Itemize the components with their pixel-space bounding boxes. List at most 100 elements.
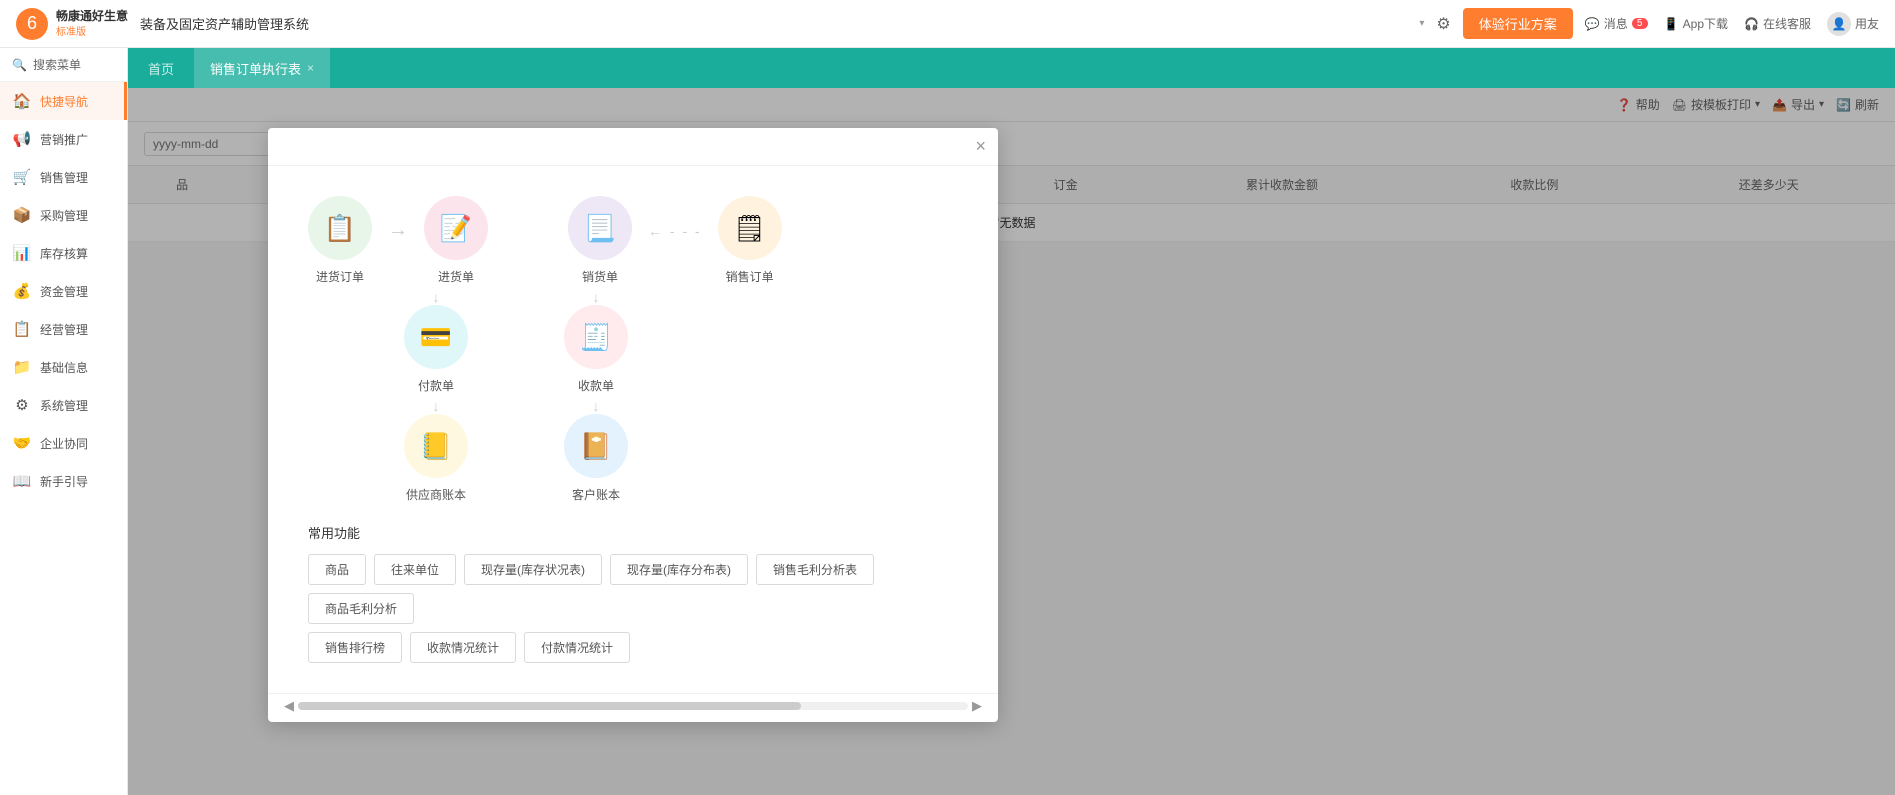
sidebar-search[interactable]: 🔍 搜索菜单	[0, 48, 127, 82]
tab-home[interactable]: 首页	[128, 48, 194, 88]
purchase-order-label: 进货订单	[316, 268, 364, 285]
dropdown-arrow-icon[interactable]: ▾	[1419, 18, 1424, 29]
func-btn-stock-dist[interactable]: 现存量(库存分布表)	[610, 554, 748, 585]
func-btn-stock-status[interactable]: 现存量(库存状况表)	[464, 554, 602, 585]
experience-button[interactable]: 体验行业方案	[1463, 8, 1573, 39]
sidebar-item-enterprise[interactable]: 🤝 企业协同	[0, 424, 127, 462]
scroll-left-icon[interactable]: ◀	[284, 698, 294, 714]
purchase-slip-circle: 📝	[424, 196, 488, 260]
purchase-slip-node[interactable]: 📝 进货单	[424, 196, 488, 285]
marketing-icon: 📢	[12, 130, 32, 148]
flow-top-row: 📋 进货订单 →	[308, 196, 782, 285]
common-functions: 常用功能 商品 往来单位 现存量(库存状况表) 现存量(库存分布表) 销售毛利分…	[308, 523, 958, 663]
tab-bar: 首页 销售订单执行表 ×	[128, 48, 1895, 88]
search-icon: 🔍	[12, 58, 27, 72]
modal-header: ×	[268, 128, 998, 166]
finance-icon: 💰	[12, 282, 32, 300]
sidebar-item-inventory[interactable]: 📊 库存核算	[0, 234, 127, 272]
func-btn-product-margin[interactable]: 商品毛利分析	[308, 593, 414, 624]
sales-slip-node[interactable]: 📃 销货单	[568, 196, 632, 285]
sidebar-item-purchase[interactable]: 📦 采购管理	[0, 196, 127, 234]
sidebar-item-marketing[interactable]: 📢 营销推广	[0, 120, 127, 158]
down-arrow-3: ↓	[593, 398, 600, 414]
func-btn-payment-stats[interactable]: 付款情况统计	[524, 632, 630, 663]
online-service-button[interactable]: 🎧 在线客服	[1744, 15, 1811, 32]
message-icon: 💬	[1585, 17, 1600, 31]
system-icon: ⚙	[12, 396, 32, 414]
purchase-slip-label: 进货单	[438, 268, 474, 285]
supplier-ledger-node[interactable]: 📒 供应商账本	[404, 414, 468, 503]
basic-info-icon: 📁	[12, 358, 32, 376]
main-layout: 🔍 搜索菜单 🏠 快捷导航 📢 营销推广 🛒 销售管理 📦 采购管理 📊	[0, 48, 1895, 795]
top-bar: 6 畅康通好生意 标准版 装备及固定资产辅助管理系统 ▾ ⚙ 体验行业方案 💬 …	[0, 0, 1895, 48]
logo-text: 畅康通好生意 标准版	[56, 9, 128, 38]
download-icon: 📱	[1664, 17, 1679, 31]
receipt-slip-label: 收款单	[578, 377, 614, 394]
func-btn-product[interactable]: 商品	[308, 554, 366, 585]
flow-diagram: 📋 进货订单 →	[308, 196, 958, 503]
sidebar-item-sales[interactable]: 🛒 销售管理	[0, 158, 127, 196]
payment-slip-node[interactable]: 💳 付款单	[404, 305, 468, 394]
sidebar-item-finance[interactable]: 💰 资金管理	[0, 272, 127, 310]
message-badge: 5	[1632, 18, 1648, 29]
user-avatar: 👤	[1827, 12, 1851, 36]
user-menu[interactable]: 👤 用友	[1827, 12, 1879, 36]
sales-slip-label: 销货单	[582, 268, 618, 285]
settings-icon[interactable]: ⚙	[1436, 14, 1450, 34]
purchase-order-circle: 📋	[308, 196, 372, 260]
sidebar-item-quick-nav[interactable]: 🏠 快捷导航	[0, 82, 127, 120]
down-arrow-payment: ↓	[433, 289, 440, 305]
common-functions-title: 常用功能	[308, 523, 958, 542]
enterprise-icon: 🤝	[12, 434, 32, 452]
logo-icon: 6	[16, 8, 48, 40]
down-arrow-2: ↓	[433, 398, 440, 414]
customer-ledger-node[interactable]: 📔 客户账本	[564, 414, 628, 503]
guide-icon: 📖	[12, 472, 32, 490]
purchase-icon: 📦	[12, 206, 32, 224]
flow-mid-row: ↓ 💳 付款单 ↓	[308, 289, 628, 503]
sidebar: 🔍 搜索菜单 🏠 快捷导航 📢 营销推广 🛒 销售管理 📦 采购管理 📊	[0, 48, 128, 795]
receipt-slip-node[interactable]: 🧾 收款单	[564, 305, 628, 394]
tab-close-icon[interactable]: ×	[307, 61, 314, 75]
sidebar-item-operation[interactable]: 📋 经营管理	[0, 310, 127, 348]
func-btn-sales-rank[interactable]: 销售排行榜	[308, 632, 402, 663]
app-container: 6 畅康通好生意 标准版 装备及固定资产辅助管理系统 ▾ ⚙ 体验行业方案 💬 …	[0, 0, 1895, 795]
arrow-1: →	[388, 219, 408, 242]
app-download-button[interactable]: 📱 App下载	[1664, 15, 1728, 32]
inventory-icon: 📊	[12, 244, 32, 262]
modal-close-button[interactable]: ×	[975, 136, 986, 157]
sales-order-circle: 🗒	[718, 196, 782, 260]
flow-mid-col-receipt: ↓ 🧾 收款单 ↓	[564, 289, 628, 503]
top-actions: 💬 消息 5 📱 App下载 🎧 在线客服 👤 用友	[1585, 12, 1879, 36]
sales-slip-circle: 📃	[568, 196, 632, 260]
system-title: 装备及固定资产辅助管理系统	[140, 14, 1407, 33]
message-button[interactable]: 💬 消息 5	[1585, 15, 1648, 32]
sales-order-node[interactable]: 🗒 销售订单	[718, 196, 782, 285]
tab-sales-exec[interactable]: 销售订单执行表 ×	[194, 48, 330, 88]
scroll-right-icon[interactable]: ▶	[972, 698, 982, 714]
customer-ledger-circle: 📔	[564, 414, 628, 478]
operation-icon: 📋	[12, 320, 32, 338]
func-btn-partner[interactable]: 往来单位	[374, 554, 456, 585]
purchase-order-node[interactable]: 📋 进货订单	[308, 196, 372, 285]
func-btn-sales-margin[interactable]: 销售毛利分析表	[756, 554, 874, 585]
content-area: 首页 销售订单执行表 × ❓ 帮助 🖨	[128, 48, 1895, 795]
scrollbar-track[interactable]	[298, 702, 968, 710]
sidebar-item-basic-info[interactable]: 📁 基础信息	[0, 348, 127, 386]
sales-order-label: 销售订单	[726, 268, 774, 285]
modal-overlay[interactable]: × 📋	[128, 88, 1895, 795]
sidebar-item-system[interactable]: ⚙ 系统管理	[0, 386, 127, 424]
flow-mid-col-payment: ↓ 💳 付款单 ↓	[404, 289, 468, 503]
func-buttons-row2: 销售排行榜 收款情况统计 付款情况统计	[308, 632, 958, 663]
func-buttons-row1: 商品 往来单位 现存量(库存状况表) 现存量(库存分布表) 销售毛利分析表 商品…	[308, 554, 958, 624]
modal-body: 📋 进货订单 →	[268, 166, 998, 693]
func-btn-receipt-stats[interactable]: 收款情况统计	[410, 632, 516, 663]
service-icon: 🎧	[1744, 17, 1759, 31]
sidebar-item-guide[interactable]: 📖 新手引导	[0, 462, 127, 500]
customer-ledger-label: 客户账本	[572, 486, 620, 503]
main-content: ❓ 帮助 🖨 按模板打印 ▾ 📤 导出 ▾ 🔄	[128, 88, 1895, 795]
quick-nav-icon: 🏠	[12, 92, 32, 110]
down-arrow-receipt: ↓	[593, 289, 600, 305]
modal: × 📋	[268, 128, 998, 722]
logo-section: 6 畅康通好生意 标准版	[16, 8, 128, 40]
